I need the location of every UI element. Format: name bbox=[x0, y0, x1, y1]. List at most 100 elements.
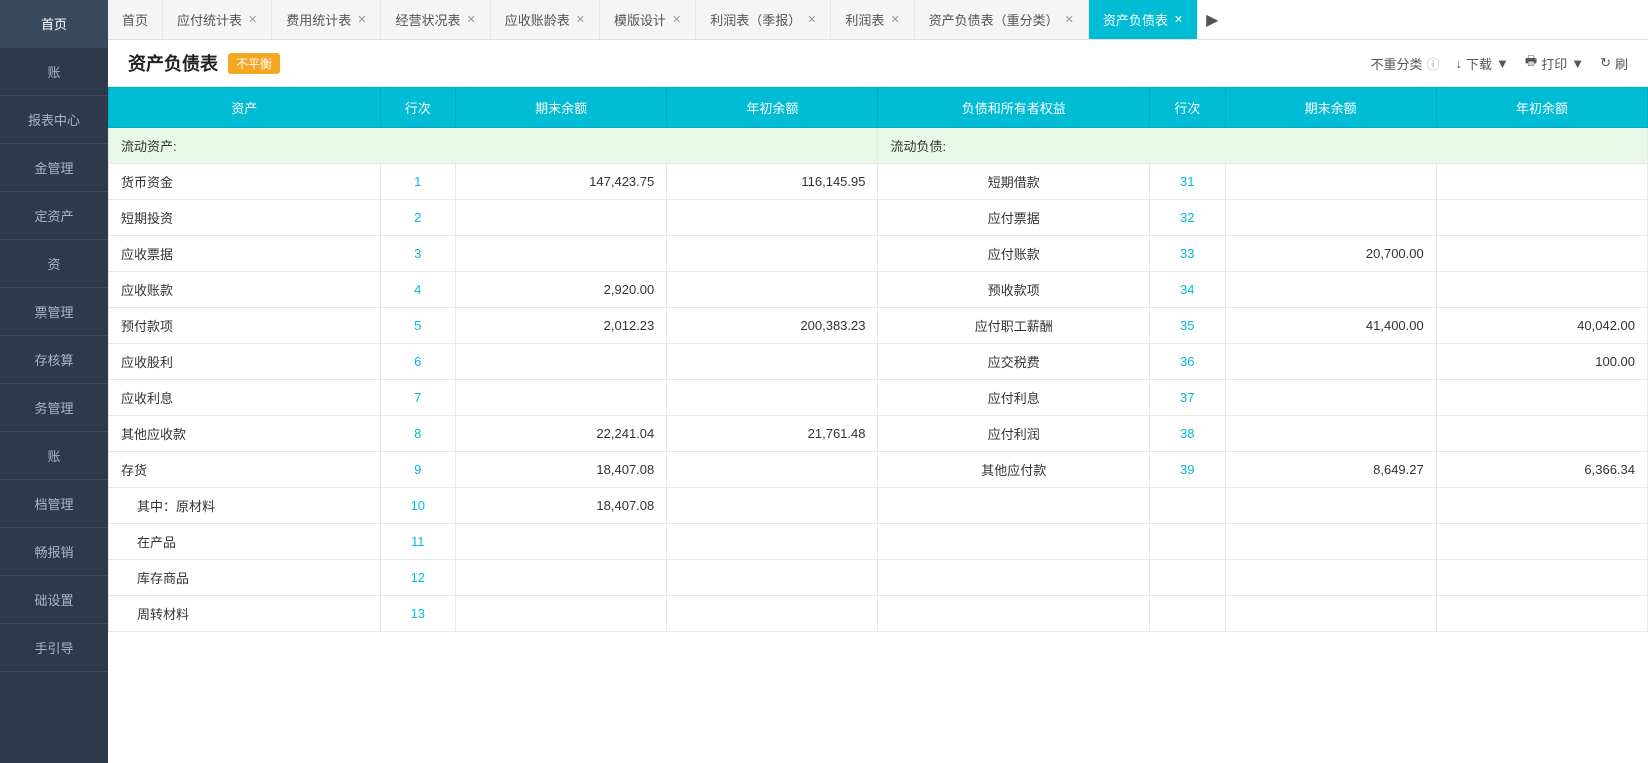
tab-balance[interactable]: 资产负债表✕ bbox=[1089, 0, 1198, 40]
close-icon[interactable]: ✕ bbox=[357, 13, 366, 26]
liability-start-balance bbox=[1436, 416, 1647, 452]
sidebar-item-report-center[interactable]: 报表中心 bbox=[0, 96, 108, 144]
sidebar-item-inventory[interactable]: 存核算 bbox=[0, 336, 108, 384]
asset-row-num: 10 bbox=[380, 488, 455, 524]
tab-profit[interactable]: 利润表✕ bbox=[831, 0, 914, 40]
sidebar-item-ledger[interactable]: 账 bbox=[0, 432, 108, 480]
liability-name: 应付利息 bbox=[878, 380, 1150, 416]
asset-row-num: 6 bbox=[380, 344, 455, 380]
asset-name: 预付款项 bbox=[109, 308, 381, 344]
asset-end-balance: 18,407.08 bbox=[456, 452, 667, 488]
liability-row-num bbox=[1150, 596, 1225, 632]
asset-start-balance bbox=[667, 380, 878, 416]
close-icon[interactable]: ✕ bbox=[576, 13, 585, 26]
section-header-row: 流动资产: 流动负债: bbox=[109, 128, 1648, 164]
asset-end-balance: 2,012.23 bbox=[456, 308, 667, 344]
close-icon[interactable]: ✕ bbox=[807, 13, 816, 26]
asset-start-balance bbox=[667, 596, 878, 632]
asset-name: 库存商品 bbox=[109, 560, 381, 596]
liability-end-balance bbox=[1225, 272, 1436, 308]
tab-template-design[interactable]: 模版设计✕ bbox=[600, 0, 696, 40]
classification-label: 不重分类 bbox=[1370, 54, 1422, 73]
liability-name bbox=[878, 596, 1150, 632]
liability-name bbox=[878, 488, 1150, 524]
tab-home[interactable]: 首页 bbox=[108, 0, 163, 40]
refresh-action[interactable]: ↻ 刷 bbox=[1600, 54, 1628, 73]
print-label: 打印 bbox=[1541, 54, 1567, 73]
refresh-label: 刷 bbox=[1615, 54, 1628, 73]
tab-expense-stats[interactable]: 费用统计表✕ bbox=[272, 0, 381, 40]
sidebar-item-guide[interactable]: 手引导 bbox=[0, 624, 108, 672]
asset-start-balance bbox=[667, 272, 878, 308]
asset-end-balance bbox=[456, 596, 667, 632]
liability-end-balance bbox=[1225, 596, 1436, 632]
sidebar-item-investment[interactable]: 资 bbox=[0, 240, 108, 288]
tab-profit-quarterly[interactable]: 利润表（季报）✕ bbox=[696, 0, 831, 40]
sidebar-item-tax-mgmt[interactable]: 务管理 bbox=[0, 384, 108, 432]
table-row: 在产品 11 bbox=[109, 524, 1648, 560]
close-icon[interactable]: ✕ bbox=[1065, 13, 1074, 26]
liability-name: 其他应付款 bbox=[878, 452, 1150, 488]
table-row: 应收利息 7 应付利息 37 bbox=[109, 380, 1648, 416]
liability-start-balance bbox=[1436, 560, 1647, 596]
liability-start-balance bbox=[1436, 272, 1647, 308]
liability-row-num bbox=[1150, 560, 1225, 596]
liability-start-balance bbox=[1436, 380, 1647, 416]
sidebar-item-cash-mgmt[interactable]: 金管理 bbox=[0, 144, 108, 192]
asset-end-balance bbox=[456, 560, 667, 596]
liability-row-num bbox=[1150, 488, 1225, 524]
col-header-row-num1: 行次 bbox=[380, 88, 455, 128]
asset-start-balance bbox=[667, 200, 878, 236]
classification-action[interactable]: 不重分类 ⓘ bbox=[1370, 54, 1439, 73]
asset-end-balance bbox=[456, 200, 667, 236]
liability-name: 应交税费 bbox=[878, 344, 1150, 380]
liability-name: 应付职工薪酬 bbox=[878, 308, 1150, 344]
print-action[interactable]: 🖶 打印 ▼ bbox=[1525, 52, 1584, 74]
sidebar-item-fixed-assets[interactable]: 定资产 bbox=[0, 192, 108, 240]
table-row: 货币资金 1 147,423.75 116,145.95 短期借款 31 bbox=[109, 164, 1648, 200]
sidebar-item-account[interactable]: 账 bbox=[0, 48, 108, 96]
asset-start-balance: 116,145.95 bbox=[667, 164, 878, 200]
asset-name: 应收股利 bbox=[109, 344, 381, 380]
liability-row-num: 36 bbox=[1150, 344, 1225, 380]
asset-row-num: 11 bbox=[380, 524, 455, 560]
tab-balance-reclassified[interactable]: 资产负债表（重分类）✕ bbox=[915, 0, 1089, 40]
asset-start-balance bbox=[667, 488, 878, 524]
asset-name: 其中：原材料 bbox=[109, 488, 381, 524]
download-label: 下载 bbox=[1466, 54, 1492, 73]
download-icon: ↓ bbox=[1456, 56, 1463, 71]
asset-start-balance bbox=[667, 524, 878, 560]
col-header-row-num2: 行次 bbox=[1150, 88, 1225, 128]
liability-row-num: 34 bbox=[1150, 272, 1225, 308]
page-header: 资产负债表 不平衡 不重分类 ⓘ ↓ 下载 ▼ 🖶 打印 ▼ ↻ 刷 bbox=[108, 40, 1648, 87]
liability-row-num: 32 bbox=[1150, 200, 1225, 236]
close-icon[interactable]: ✕ bbox=[672, 13, 681, 26]
tab-operation[interactable]: 经营状况表✕ bbox=[381, 0, 490, 40]
sidebar-item-ticket-mgmt[interactable]: 票管理 bbox=[0, 288, 108, 336]
liability-name: 应付利润 bbox=[878, 416, 1150, 452]
asset-row-num: 3 bbox=[380, 236, 455, 272]
main-content: 首页 应付统计表✕ 费用统计表✕ 经营状况表✕ 应收账龄表✕ 模版设计✕ 利润表… bbox=[108, 0, 1648, 763]
close-icon[interactable]: ✕ bbox=[1174, 13, 1183, 26]
table-row: 存货 9 18,407.08 其他应付款 39 8,649.27 6,366.3… bbox=[109, 452, 1648, 488]
tab-scroll-arrow[interactable]: ▶ bbox=[1198, 10, 1226, 30]
close-icon[interactable]: ✕ bbox=[890, 13, 899, 26]
liability-start-balance bbox=[1436, 524, 1647, 560]
sidebar-item-archive[interactable]: 档管理 bbox=[0, 480, 108, 528]
sidebar-item-expense[interactable]: 畅报销 bbox=[0, 528, 108, 576]
col-header-liabilities: 负债和所有者权益 bbox=[878, 88, 1150, 128]
liability-end-balance bbox=[1225, 344, 1436, 380]
table-row: 应收股利 6 应交税费 36 100.00 bbox=[109, 344, 1648, 380]
table-row: 短期投资 2 应付票据 32 bbox=[109, 200, 1648, 236]
liability-end-balance: 41,400.00 bbox=[1225, 308, 1436, 344]
close-icon[interactable]: ✕ bbox=[467, 13, 476, 26]
liability-row-num: 37 bbox=[1150, 380, 1225, 416]
download-action[interactable]: ↓ 下载 ▼ bbox=[1456, 54, 1509, 73]
tab-payable-stats[interactable]: 应付统计表✕ bbox=[163, 0, 272, 40]
liability-name: 预收款项 bbox=[878, 272, 1150, 308]
sidebar-item-settings[interactable]: 础设置 bbox=[0, 576, 108, 624]
close-icon[interactable]: ✕ bbox=[248, 13, 257, 26]
liability-row-num bbox=[1150, 524, 1225, 560]
tab-receivable-aging[interactable]: 应收账龄表✕ bbox=[491, 0, 600, 40]
sidebar-item-home[interactable]: 首页 bbox=[0, 0, 108, 48]
